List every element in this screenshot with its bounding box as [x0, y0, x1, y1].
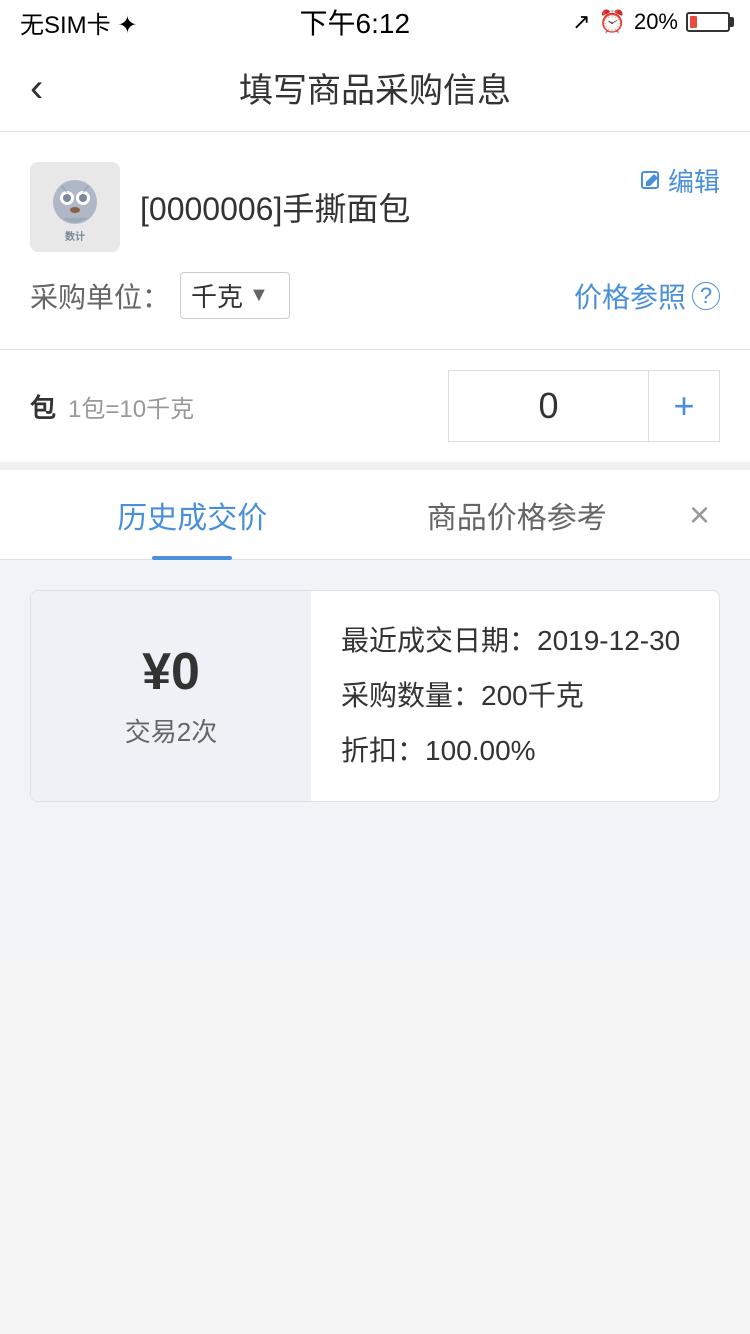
carrier-text: 无SIM卡 ✦ — [20, 5, 137, 40]
quantity-section: 包 1包=10千克 + — [0, 350, 750, 470]
quantity-label: 包 1包=10千克 — [30, 388, 194, 425]
dropdown-arrow-icon: ▼ — [249, 284, 269, 307]
product-unit-row: 采购单位： 千克 ▼ 价格参照 ? — [30, 272, 720, 319]
nav-bar: ‹ 填写商品采购信息 — [0, 44, 750, 132]
unit-bao: 包 — [30, 388, 56, 425]
battery-text: 20% — [634, 9, 678, 35]
product-left: 数计 [0000006]手撕面包 — [30, 162, 410, 252]
status-left: 无SIM卡 ✦ — [20, 5, 137, 40]
quantity-control: + — [448, 370, 720, 442]
quantity-input[interactable] — [448, 370, 648, 442]
location-icon: ↗ — [572, 9, 590, 35]
product-thumbnail: 数计 — [30, 162, 120, 252]
tab-close-button[interactable]: × — [679, 494, 720, 536]
history-quantity: 采购数量：200千克 — [341, 676, 689, 715]
quantity-plus-button[interactable]: + — [648, 370, 720, 442]
history-card: ¥0 交易2次 最近成交日期：2019-12-30 采购数量：200千克 折扣：… — [30, 590, 720, 802]
history-card-right: 最近成交日期：2019-12-30 采购数量：200千克 折扣：100.00% — [311, 591, 719, 801]
svg-text:数计: 数计 — [65, 230, 85, 242]
history-trade-count: 交易2次 — [125, 712, 217, 749]
product-section: 数计 [0000006]手撕面包 编辑 采购单位： 千克 ▼ 价格参照 ? — [0, 132, 750, 350]
product-image: 数计 — [40, 172, 110, 242]
unit-select[interactable]: 千克 ▼ — [180, 272, 290, 319]
battery-icon — [686, 12, 730, 32]
alarm-icon: ⏰ — [599, 9, 626, 35]
unit-label: 采购单位： — [30, 276, 170, 316]
edit-button[interactable]: 编辑 — [640, 162, 720, 199]
price-ref-button[interactable]: 价格参照 ? — [574, 276, 720, 316]
tab-section: 历史成交价 商品价格参考 × ¥0 交易2次 最近成交日期：2019-12-30… — [0, 470, 750, 960]
edit-icon — [640, 170, 662, 192]
history-card-left: ¥0 交易2次 — [31, 591, 311, 801]
product-name: [0000006]手撕面包 — [140, 184, 410, 230]
status-time: 下午6:12 — [300, 2, 411, 42]
history-price: ¥0 — [142, 642, 200, 702]
unit-conversion: 1包=10千克 — [68, 389, 194, 424]
tab-product-price-ref[interactable]: 商品价格参考 — [354, 470, 678, 560]
help-icon: ? — [692, 282, 720, 310]
price-ref-label: 价格参照 — [574, 276, 686, 316]
unit-value: 千克 — [191, 277, 243, 314]
status-right: ↗ ⏰ 20% — [572, 9, 730, 35]
tab-bar: 历史成交价 商品价格参考 × — [0, 470, 750, 560]
page-title: 填写商品采购信息 — [239, 63, 511, 112]
status-bar: 无SIM卡 ✦ 下午6:12 ↗ ⏰ 20% — [0, 0, 750, 44]
tab-history-price[interactable]: 历史成交价 — [30, 470, 354, 560]
back-button[interactable]: ‹ — [30, 68, 43, 108]
product-header: 数计 [0000006]手撕面包 编辑 — [30, 162, 720, 252]
history-recent-date: 最近成交日期：2019-12-30 — [341, 621, 689, 660]
history-discount: 折扣：100.00% — [341, 731, 689, 770]
history-content: ¥0 交易2次 最近成交日期：2019-12-30 采购数量：200千克 折扣：… — [0, 560, 750, 960]
